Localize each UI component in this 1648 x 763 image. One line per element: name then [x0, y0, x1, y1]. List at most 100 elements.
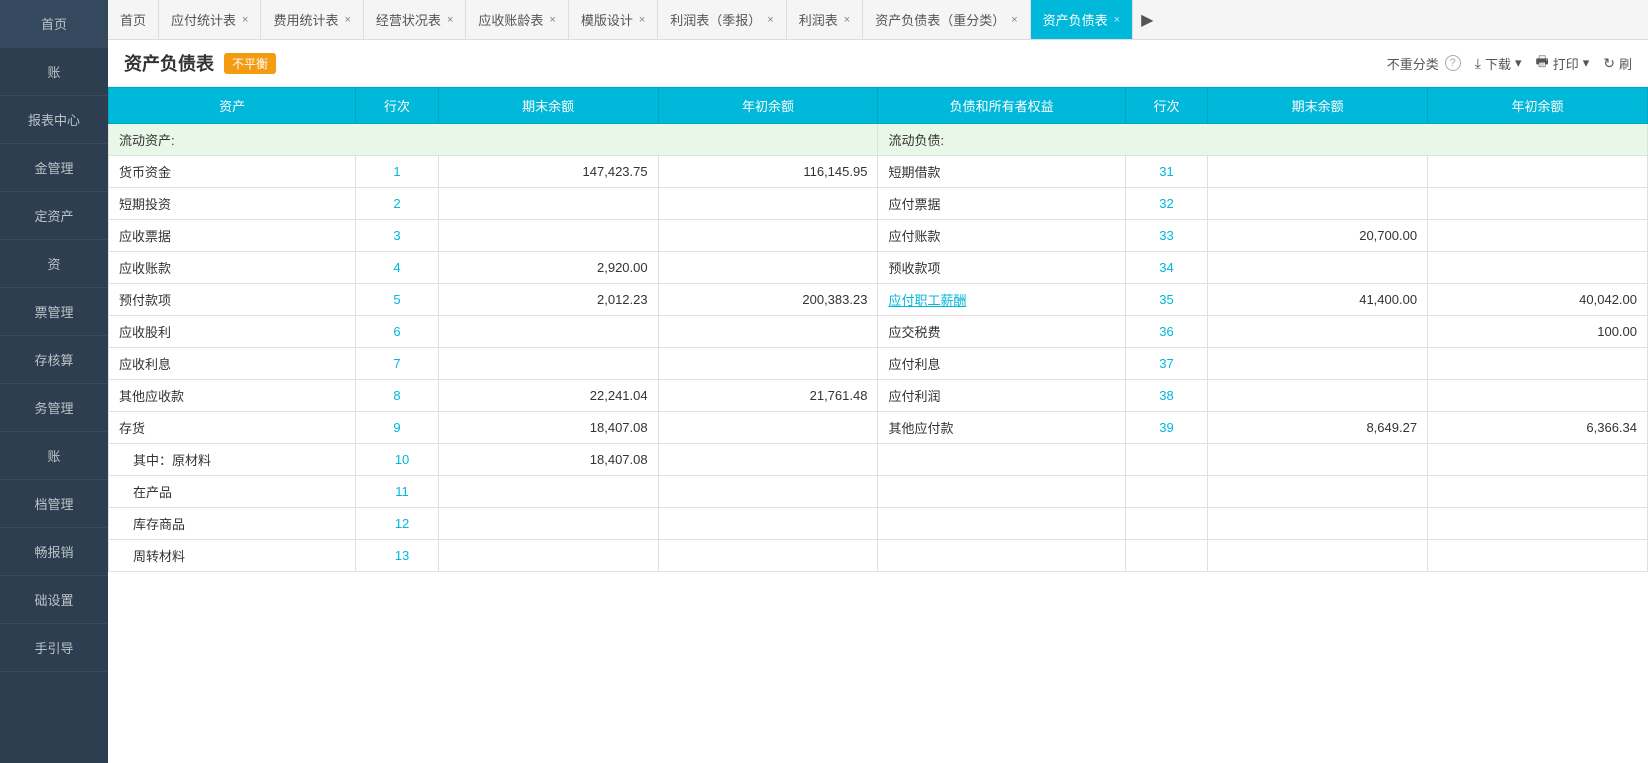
liability-begin-balance[interactable]	[1428, 348, 1648, 380]
begin-balance[interactable]	[658, 540, 878, 572]
liability-begin-balance[interactable]	[1428, 156, 1648, 188]
begin-balance[interactable]: 21,761.48	[658, 380, 878, 412]
sidebar-item-home[interactable]: 首页	[0, 0, 108, 48]
tab-close-icon[interactable]: ×	[767, 14, 773, 26]
sidebar-item-expense[interactable]: 畅报销	[0, 528, 108, 576]
liability-end-balance[interactable]	[1208, 316, 1428, 348]
tab-close-icon[interactable]: ×	[1114, 14, 1120, 26]
liability-begin-balance[interactable]: 100.00	[1428, 316, 1648, 348]
end-balance[interactable]: 22,241.04	[438, 380, 658, 412]
tab-profit[interactable]: 利润表 ×	[787, 0, 863, 40]
sidebar-item-ledger[interactable]: 账	[0, 432, 108, 480]
begin-balance[interactable]	[658, 316, 878, 348]
liability-begin-balance[interactable]	[1428, 252, 1648, 284]
sidebar-item-account[interactable]: 账	[0, 48, 108, 96]
liability-end-balance[interactable]: 41,400.00	[1208, 284, 1428, 316]
liability-begin-balance[interactable]: 6,366.34	[1428, 412, 1648, 444]
liability-begin-balance[interactable]	[1428, 540, 1648, 572]
tab-business-status[interactable]: 经营状况表 ×	[364, 0, 466, 40]
end-balance[interactable]	[438, 348, 658, 380]
end-balance[interactable]: 2,012.23	[438, 284, 658, 316]
liability-end-balance[interactable]: 20,700.00	[1208, 220, 1428, 252]
sidebar-item-invest[interactable]: 资	[0, 240, 108, 288]
end-balance[interactable]: 18,407.08	[438, 444, 658, 476]
header-liability-begin: 年初余额	[1428, 88, 1648, 124]
print-button[interactable]: 🖶 打印 ▾	[1535, 51, 1589, 75]
liability-end-balance[interactable]	[1208, 380, 1428, 412]
tab-payable-stats[interactable]: 应付统计表 ×	[159, 0, 261, 40]
liability-name: 应付账款	[878, 220, 1125, 252]
liability-begin-balance[interactable]	[1428, 508, 1648, 540]
begin-balance[interactable]	[658, 476, 878, 508]
tab-balance-reclassified[interactable]: 资产负债表（重分类） ×	[863, 0, 1030, 40]
category-selector[interactable]: 不重分类 ?	[1387, 54, 1461, 73]
begin-balance[interactable]	[658, 220, 878, 252]
liability-end-balance[interactable]	[1208, 252, 1428, 284]
end-balance[interactable]	[438, 316, 658, 348]
tab-balance-sheet[interactable]: 资产负债表 ×	[1031, 0, 1133, 40]
liability-begin-balance[interactable]	[1428, 188, 1648, 220]
end-balance[interactable]: 2,920.00	[438, 252, 658, 284]
liability-begin-balance[interactable]	[1428, 476, 1648, 508]
begin-balance[interactable]	[658, 444, 878, 476]
row-number: 2	[356, 188, 438, 220]
tab-profit-quarterly[interactable]: 利润表（季报） ×	[658, 0, 786, 40]
liability-end-balance[interactable]	[1208, 508, 1428, 540]
begin-balance[interactable]	[658, 252, 878, 284]
liability-begin-balance[interactable]: 40,042.00	[1428, 284, 1648, 316]
liability-end-balance[interactable]	[1208, 348, 1428, 380]
tab-receivable-age[interactable]: 应收账龄表 ×	[466, 0, 568, 40]
sidebar-item-fixed-assets[interactable]: 定资产	[0, 192, 108, 240]
tab-close-icon[interactable]: ×	[344, 14, 350, 26]
begin-balance[interactable]	[658, 412, 878, 444]
end-balance[interactable]	[438, 188, 658, 220]
liability-end-balance[interactable]	[1208, 540, 1428, 572]
tab-more-button[interactable]: ▶	[1133, 0, 1161, 40]
liability-begin-balance[interactable]	[1428, 220, 1648, 252]
liability-end-balance[interactable]	[1208, 444, 1428, 476]
end-balance[interactable]	[438, 220, 658, 252]
liability-begin-balance[interactable]	[1428, 444, 1648, 476]
sidebar-item-stock[interactable]: 存核算	[0, 336, 108, 384]
liability-row-number: 36	[1125, 316, 1207, 348]
liability-end-balance[interactable]: 8,649.27	[1208, 412, 1428, 444]
liability-end-balance[interactable]	[1208, 476, 1428, 508]
sidebar-item-reports[interactable]: 报表中心	[0, 96, 108, 144]
sidebar-item-settings[interactable]: 础设置	[0, 576, 108, 624]
sidebar-item-tax[interactable]: 务管理	[0, 384, 108, 432]
end-balance[interactable]: 18,407.08	[438, 412, 658, 444]
main-area: 首页 应付统计表 × 费用统计表 × 经营状况表 × 应收账龄表 × 模版设计 …	[108, 0, 1648, 763]
tab-close-icon[interactable]: ×	[1011, 14, 1017, 26]
tab-home[interactable]: 首页	[108, 0, 159, 40]
header-liability-row: 行次	[1125, 88, 1207, 124]
end-balance[interactable]	[438, 540, 658, 572]
begin-balance[interactable]	[658, 188, 878, 220]
liability-begin-balance[interactable]	[1428, 380, 1648, 412]
sidebar-item-guide[interactable]: 手引导	[0, 624, 108, 672]
end-balance[interactable]: 147,423.75	[438, 156, 658, 188]
sidebar-item-ticket[interactable]: 票管理	[0, 288, 108, 336]
sidebar-item-archive[interactable]: 档管理	[0, 480, 108, 528]
tab-close-icon[interactable]: ×	[639, 14, 645, 26]
tab-template-design[interactable]: 模版设计 ×	[569, 0, 658, 40]
end-balance[interactable]	[438, 476, 658, 508]
refresh-button[interactable]: ↻ 刷	[1603, 54, 1632, 73]
tab-close-icon[interactable]: ×	[242, 14, 248, 26]
row-number: 12	[356, 508, 438, 540]
tab-expense-stats[interactable]: 费用统计表 ×	[261, 0, 363, 40]
download-button[interactable]: ⤓ 下载 ▾	[1475, 54, 1522, 73]
begin-balance[interactable]	[658, 348, 878, 380]
table-row: 货币资金 1 147,423.75 116,145.95 短期借款 31	[109, 156, 1648, 188]
tab-close-icon[interactable]: ×	[844, 14, 850, 26]
begin-balance[interactable]: 116,145.95	[658, 156, 878, 188]
liability-end-balance[interactable]	[1208, 156, 1428, 188]
end-balance[interactable]	[438, 508, 658, 540]
liability-end-balance[interactable]	[1208, 188, 1428, 220]
tab-close-icon[interactable]: ×	[447, 14, 453, 26]
sidebar-item-fund[interactable]: 金管理	[0, 144, 108, 192]
tab-close-icon[interactable]: ×	[549, 14, 555, 26]
begin-balance[interactable]	[658, 508, 878, 540]
liability-name: 预收款项	[878, 252, 1125, 284]
asset-name: 应收账款	[109, 252, 356, 284]
begin-balance[interactable]: 200,383.23	[658, 284, 878, 316]
